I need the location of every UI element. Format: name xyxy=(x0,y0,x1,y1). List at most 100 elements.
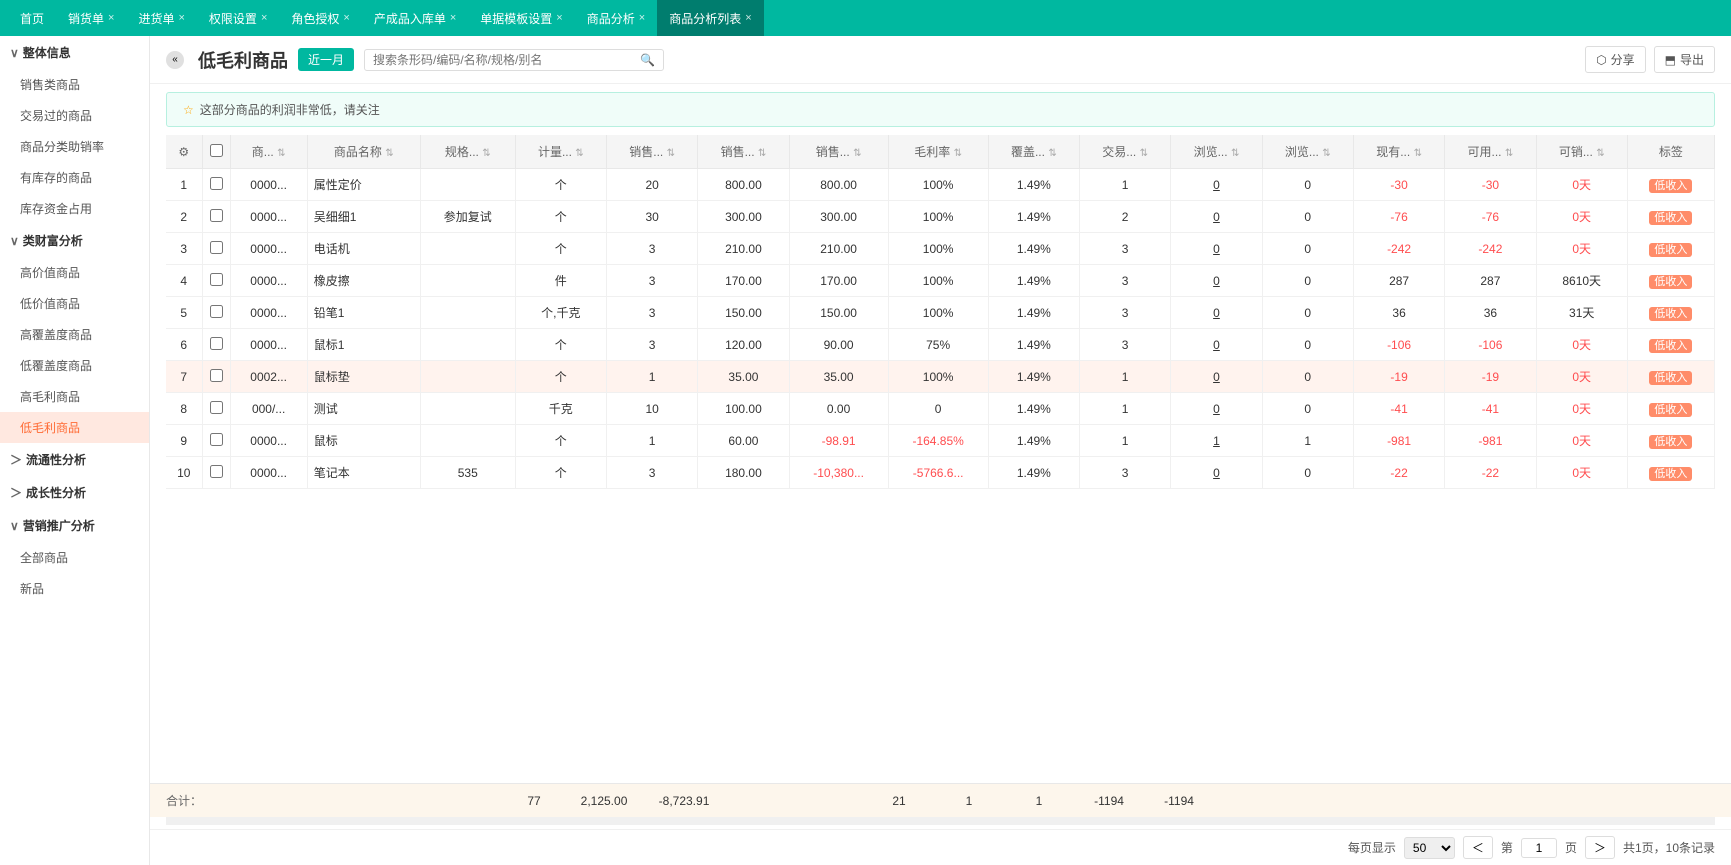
nav-item-product-inbound[interactable]: 产成品入库单 × xyxy=(362,0,468,36)
row-checkbox[interactable] xyxy=(202,361,230,393)
th-settings[interactable]: ⚙ xyxy=(166,135,202,169)
th-browse2[interactable]: 浏览... ⇅ xyxy=(1262,135,1353,169)
row-checkbox[interactable] xyxy=(202,265,230,297)
row-select-checkbox[interactable] xyxy=(210,433,223,446)
sidebar-group-overall[interactable]: ∨ 整体信息 xyxy=(0,36,149,69)
row-checkbox[interactable] xyxy=(202,169,230,201)
next-page-button[interactable]: ＞ xyxy=(1585,836,1615,859)
share-button[interactable]: ⬡ 分享 xyxy=(1585,46,1646,73)
row-browse1[interactable]: 0 xyxy=(1171,457,1262,489)
row-browse1[interactable]: 0 xyxy=(1171,329,1262,361)
search-icon[interactable]: 🔍 xyxy=(640,53,655,67)
sidebar-item-category-rate[interactable]: 商品分类助销率 xyxy=(0,131,149,162)
export-button[interactable]: ⬒ 导出 xyxy=(1654,46,1715,73)
th-transaction[interactable]: 交易... ⇅ xyxy=(1079,135,1170,169)
search-input[interactable] xyxy=(373,53,640,67)
sidebar-item-high-margin[interactable]: 高毛利商品 xyxy=(0,381,149,412)
sidebar-group-growth[interactable]: ＞ 成长性分析 xyxy=(0,476,149,509)
row-select-checkbox[interactable] xyxy=(210,177,223,190)
row-browse1[interactable]: 0 xyxy=(1171,265,1262,297)
row-checkbox[interactable] xyxy=(202,201,230,233)
row-select-checkbox[interactable] xyxy=(210,209,223,222)
sidebar-item-capital[interactable]: 库存资金占用 xyxy=(0,193,149,224)
sidebar-item-low-value[interactable]: 低价值商品 xyxy=(0,288,149,319)
total-sales-qty: 77 xyxy=(504,794,564,808)
select-all-checkbox[interactable] xyxy=(210,144,223,157)
row-browse1[interactable]: 0 xyxy=(1171,201,1262,233)
close-icon[interactable]: × xyxy=(556,12,562,24)
th-sales-price[interactable]: 销售... ⇅ xyxy=(698,135,789,169)
sidebar-item-all-goods[interactable]: 全部商品 xyxy=(0,542,149,573)
th-gross-margin[interactable]: 毛利率 ⇅ xyxy=(888,135,988,169)
nav-item-home[interactable]: 首页 xyxy=(8,0,56,36)
row-select-checkbox[interactable] xyxy=(210,369,223,382)
row-checkbox[interactable] xyxy=(202,457,230,489)
sidebar-group-liquidity[interactable]: ＞ 流通性分析 xyxy=(0,443,149,476)
th-code[interactable]: 商... ⇅ xyxy=(230,135,307,169)
row-checkbox[interactable] xyxy=(202,329,230,361)
row-browse1[interactable]: 0 xyxy=(1171,233,1262,265)
sidebar-item-traded-goods[interactable]: 交易过的商品 xyxy=(0,100,149,131)
nav-item-sales[interactable]: 销货单 × xyxy=(56,0,126,36)
row-browse1[interactable]: 1 xyxy=(1171,425,1262,457)
th-coverage[interactable]: 覆盖... ⇅ xyxy=(988,135,1079,169)
nav-item-purchase[interactable]: 进货单 × xyxy=(126,0,196,36)
row-checkbox[interactable] xyxy=(202,425,230,457)
th-available[interactable]: 可用... ⇅ xyxy=(1445,135,1536,169)
sidebar-item-new-goods[interactable]: 新品 xyxy=(0,573,149,604)
row-browse1[interactable]: 0 xyxy=(1171,361,1262,393)
th-unit[interactable]: 计量... ⇅ xyxy=(515,135,606,169)
page-size-select[interactable]: 50 100 200 xyxy=(1404,837,1455,859)
th-sales-amount[interactable]: 销售... ⇅ xyxy=(789,135,888,169)
date-filter-button[interactable]: 近一月 xyxy=(298,48,354,71)
row-select-checkbox[interactable] xyxy=(210,241,223,254)
th-current[interactable]: 现有... ⇅ xyxy=(1353,135,1444,169)
close-icon[interactable]: × xyxy=(745,12,751,24)
sidebar-item-low-margin[interactable]: 低毛利商品 xyxy=(0,412,149,443)
close-icon[interactable]: × xyxy=(639,12,645,24)
table-container[interactable]: ⚙ 商... ⇅ 商品名称 ⇅ 规格... ⇅ 计量... ⇅ 销售... ⇅ … xyxy=(150,135,1731,783)
nav-item-goods-list[interactable]: 商品分析列表 × xyxy=(657,0,763,36)
row-checkbox[interactable] xyxy=(202,393,230,425)
th-browse1[interactable]: 浏览... ⇅ xyxy=(1171,135,1262,169)
close-icon[interactable]: × xyxy=(108,12,114,24)
nav-item-template[interactable]: 单据模板设置 × xyxy=(468,0,574,36)
sidebar-item-high-coverage[interactable]: 高覆盖度商品 xyxy=(0,319,149,350)
th-sales-qty[interactable]: 销售... ⇅ xyxy=(606,135,697,169)
th-name[interactable]: 商品名称 ⇅ xyxy=(307,135,420,169)
sidebar-group-marketing[interactable]: ∨ 营销推广分析 xyxy=(0,509,149,542)
row-select-checkbox[interactable] xyxy=(210,337,223,350)
th-saleable[interactable]: 可销... ⇅ xyxy=(1536,135,1627,169)
prev-page-button[interactable]: ＜ xyxy=(1463,836,1493,859)
row-select-checkbox[interactable] xyxy=(210,401,223,414)
row-browse1[interactable]: 0 xyxy=(1171,393,1262,425)
th-spec[interactable]: 规格... ⇅ xyxy=(420,135,515,169)
sidebar-group-wealth[interactable]: ∨ 类财富分析 xyxy=(0,224,149,257)
bottom-scrollbar[interactable] xyxy=(166,817,1715,825)
row-coverage: 1.49% xyxy=(988,329,1079,361)
row-sales-price: 60.00 xyxy=(698,425,789,457)
row-sales-price: 170.00 xyxy=(698,265,789,297)
nav-item-goods-analysis[interactable]: 商品分析 × xyxy=(575,0,657,36)
row-checkbox[interactable] xyxy=(202,297,230,329)
row-select-checkbox[interactable] xyxy=(210,465,223,478)
row-browse1[interactable]: 0 xyxy=(1171,297,1262,329)
nav-item-role[interactable]: 角色授权 × xyxy=(279,0,361,36)
row-select-checkbox[interactable] xyxy=(210,273,223,286)
close-icon[interactable]: × xyxy=(450,12,456,24)
sidebar-item-inventory-goods[interactable]: 有库存的商品 xyxy=(0,162,149,193)
row-checkbox[interactable] xyxy=(202,233,230,265)
sidebar-item-high-value[interactable]: 高价值商品 xyxy=(0,257,149,288)
th-checkbox[interactable] xyxy=(202,135,230,169)
page-number-input[interactable] xyxy=(1521,838,1557,858)
sidebar-collapse-btn[interactable]: « xyxy=(166,51,184,69)
th-tag[interactable]: 标签 xyxy=(1627,135,1714,169)
close-icon[interactable]: × xyxy=(343,12,349,24)
close-icon[interactable]: × xyxy=(261,12,267,24)
nav-item-permission[interactable]: 权限设置 × xyxy=(197,0,279,36)
close-icon[interactable]: × xyxy=(178,12,184,24)
sidebar-item-sales-goods[interactable]: 销售类商品 xyxy=(0,69,149,100)
row-select-checkbox[interactable] xyxy=(210,305,223,318)
row-browse1[interactable]: 0 xyxy=(1171,169,1262,201)
sidebar-item-low-coverage[interactable]: 低覆盖度商品 xyxy=(0,350,149,381)
